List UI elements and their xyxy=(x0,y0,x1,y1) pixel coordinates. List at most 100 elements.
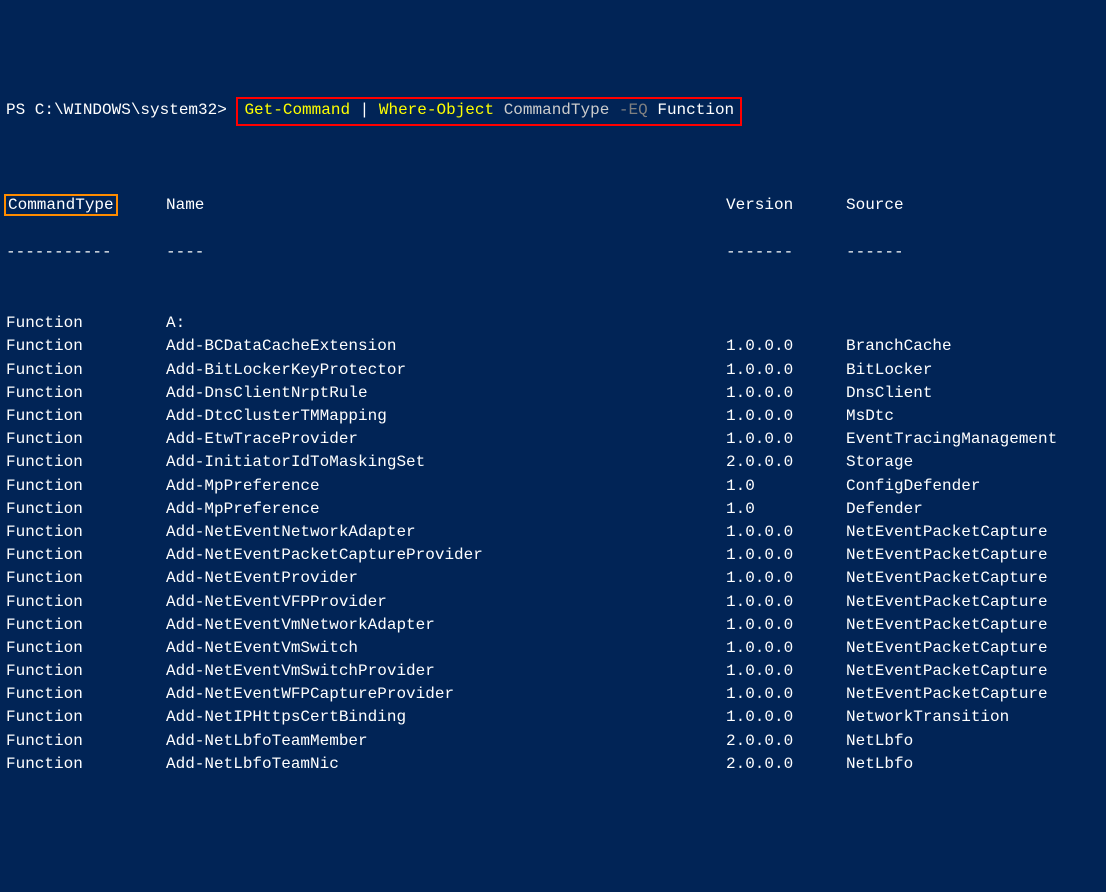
cell-version: 2.0.0.0 xyxy=(726,730,846,753)
table-row: FunctionAdd-NetLbfoTeamNic2.0.0.0NetLbfo xyxy=(6,753,1100,776)
cell-version: 1.0.0.0 xyxy=(726,359,846,382)
cell-name: Add-NetEventVmSwitchProvider xyxy=(166,660,726,683)
cell-source: NetLbfo xyxy=(846,730,913,753)
cell-commandtype: Function xyxy=(6,405,166,428)
command-line[interactable]: PS C:\WINDOWS\system32> Get-Command | Wh… xyxy=(6,97,1100,126)
table-row: FunctionAdd-EtwTraceProvider1.0.0.0Event… xyxy=(6,428,1100,451)
table-row: FunctionA: xyxy=(6,312,1100,335)
param-commandtype: CommandType xyxy=(494,101,619,119)
table-row: FunctionAdd-DtcClusterTMMapping1.0.0.0Ms… xyxy=(6,405,1100,428)
cell-commandtype: Function xyxy=(6,498,166,521)
header-commandtype-highlight: CommandType xyxy=(4,194,118,216)
cell-commandtype: Function xyxy=(6,683,166,706)
cell-name: Add-NetEventVmSwitch xyxy=(166,637,726,660)
cmdlet-where-object: Where-Object xyxy=(379,101,494,119)
prompt-prefix: PS C:\WINDOWS\system32> xyxy=(6,101,236,119)
table-row: FunctionAdd-NetEventWFPCaptureProvider1.… xyxy=(6,683,1100,706)
table-row: FunctionAdd-NetLbfoTeamMember2.0.0.0NetL… xyxy=(6,730,1100,753)
cell-version: 1.0.0.0 xyxy=(726,544,846,567)
value-function: Function xyxy=(648,101,734,119)
table-row: FunctionAdd-NetEventVmSwitchProvider1.0.… xyxy=(6,660,1100,683)
table-row: FunctionAdd-NetEventVmNetworkAdapter1.0.… xyxy=(6,614,1100,637)
cell-name: Add-BitLockerKeyProtector xyxy=(166,359,726,382)
table-row: FunctionAdd-NetEventPacketCaptureProvide… xyxy=(6,544,1100,567)
cell-source: Storage xyxy=(846,451,913,474)
table-row: FunctionAdd-BCDataCacheExtension1.0.0.0B… xyxy=(6,335,1100,358)
cell-source: NetEventPacketCapture xyxy=(846,614,1048,637)
table-row: FunctionAdd-BitLockerKeyProtector1.0.0.0… xyxy=(6,359,1100,382)
cell-version: 1.0.0.0 xyxy=(726,683,846,706)
cell-version: 1.0.0.0 xyxy=(726,521,846,544)
header-version: Version xyxy=(726,194,846,217)
operator-eq: -EQ xyxy=(619,101,648,119)
cell-source: NetEventPacketCapture xyxy=(846,591,1048,614)
cell-source: DnsClient xyxy=(846,382,932,405)
cell-name: Add-NetEventWFPCaptureProvider xyxy=(166,683,726,706)
cell-source: EventTracingManagement xyxy=(846,428,1057,451)
cell-commandtype: Function xyxy=(6,730,166,753)
cell-commandtype: Function xyxy=(6,567,166,590)
divider-commandtype: ----------- xyxy=(6,241,166,264)
cell-source: NetEventPacketCapture xyxy=(846,660,1048,683)
pipe-operator: | xyxy=(350,101,379,119)
cell-commandtype: Function xyxy=(6,591,166,614)
cell-commandtype: Function xyxy=(6,544,166,567)
table-row: FunctionAdd-NetEventNetworkAdapter1.0.0.… xyxy=(6,521,1100,544)
cell-version: 1.0 xyxy=(726,475,846,498)
cell-source: MsDtc xyxy=(846,405,894,428)
divider-name: ---- xyxy=(166,241,726,264)
header-name: Name xyxy=(166,194,726,217)
cell-commandtype: Function xyxy=(6,382,166,405)
cell-name: Add-BCDataCacheExtension xyxy=(166,335,726,358)
cell-commandtype: Function xyxy=(6,335,166,358)
cell-commandtype: Function xyxy=(6,637,166,660)
cell-source: ConfigDefender xyxy=(846,475,980,498)
cell-version: 1.0.0.0 xyxy=(726,614,846,637)
cell-commandtype: Function xyxy=(6,614,166,637)
cell-name: Add-NetEventNetworkAdapter xyxy=(166,521,726,544)
cell-commandtype: Function xyxy=(6,312,166,335)
cell-name: Add-MpPreference xyxy=(166,498,726,521)
cell-version: 1.0.0.0 xyxy=(726,428,846,451)
cell-version: 1.0 xyxy=(726,498,846,521)
cell-name: Add-DnsClientNrptRule xyxy=(166,382,726,405)
cell-version: 1.0.0.0 xyxy=(726,660,846,683)
table-row: FunctionAdd-DnsClientNrptRule1.0.0.0DnsC… xyxy=(6,382,1100,405)
cell-name: A: xyxy=(166,312,726,335)
cell-commandtype: Function xyxy=(6,359,166,382)
table-divider-row: ---------------------------- xyxy=(6,241,1100,264)
cell-version: 1.0.0.0 xyxy=(726,382,846,405)
header-source: Source xyxy=(846,194,904,217)
cell-source: NetEventPacketCapture xyxy=(846,637,1048,660)
cell-source: NetworkTransition xyxy=(846,706,1009,729)
cell-source: NetEventPacketCapture xyxy=(846,683,1048,706)
cell-name: Add-EtwTraceProvider xyxy=(166,428,726,451)
cell-source: BranchCache xyxy=(846,335,952,358)
table-body: FunctionA:FunctionAdd-BCDataCacheExtensi… xyxy=(6,312,1100,776)
cell-source: NetEventPacketCapture xyxy=(846,544,1048,567)
cell-name: Add-InitiatorIdToMaskingSet xyxy=(166,451,726,474)
divider-source: ------ xyxy=(846,241,904,264)
cell-source: NetLbfo xyxy=(846,753,913,776)
cell-commandtype: Function xyxy=(6,706,166,729)
cell-version: 1.0.0.0 xyxy=(726,637,846,660)
cell-commandtype: Function xyxy=(6,475,166,498)
cell-version: 2.0.0.0 xyxy=(726,753,846,776)
table-row: FunctionAdd-NetIPHttpsCertBinding1.0.0.0… xyxy=(6,706,1100,729)
cell-name: Add-NetLbfoTeamMember xyxy=(166,730,726,753)
cell-source: NetEventPacketCapture xyxy=(846,567,1048,590)
command-highlight-box: Get-Command | Where-Object CommandType -… xyxy=(236,97,742,126)
cell-version: 1.0.0.0 xyxy=(726,405,846,428)
table-row: FunctionAdd-MpPreference1.0ConfigDefende… xyxy=(6,475,1100,498)
cell-commandtype: Function xyxy=(6,753,166,776)
table-row: FunctionAdd-NetEventVFPProvider1.0.0.0Ne… xyxy=(6,591,1100,614)
cmdlet-get-command: Get-Command xyxy=(244,101,350,119)
table-row: FunctionAdd-NetEventProvider1.0.0.0NetEv… xyxy=(6,567,1100,590)
cell-name: Add-NetEventVFPProvider xyxy=(166,591,726,614)
cell-version: 1.0.0.0 xyxy=(726,706,846,729)
cell-source: NetEventPacketCapture xyxy=(846,521,1048,544)
cell-version: 1.0.0.0 xyxy=(726,567,846,590)
cell-commandtype: Function xyxy=(6,428,166,451)
table-row: FunctionAdd-MpPreference1.0Defender xyxy=(6,498,1100,521)
cell-source: Defender xyxy=(846,498,923,521)
